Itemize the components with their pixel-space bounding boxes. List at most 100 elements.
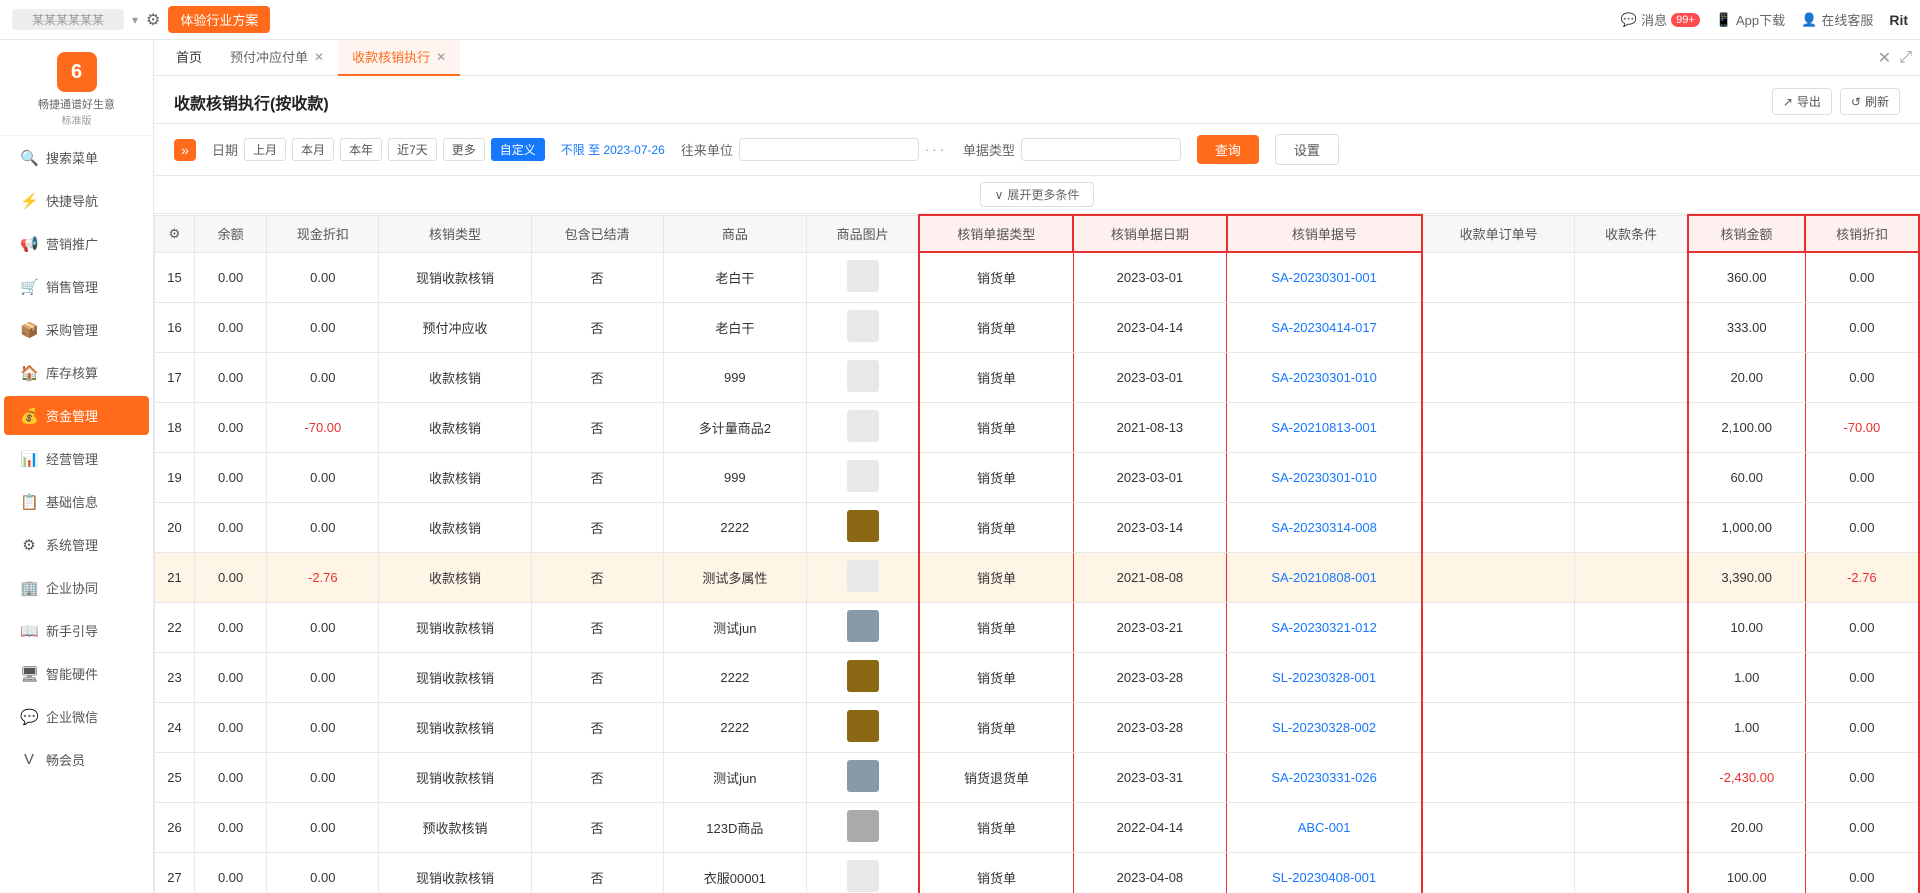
td-verify-discount: 0.00 [1805, 502, 1919, 552]
td-verify-bill-type: 销货单 [919, 352, 1073, 402]
td-verify-amount: 100.00 [1688, 852, 1805, 893]
nav-item-hardware[interactable]: 🖥 智能硬件 [4, 654, 149, 693]
tab-expand-btn[interactable]: ⤢ [1899, 49, 1912, 67]
export-icon: ↗ [1783, 95, 1793, 109]
td-verify-bill-no[interactable]: SA-20230414-017 [1227, 302, 1422, 352]
sales-icon: 🛒 [20, 278, 38, 296]
th-settings[interactable]: ⚙ [155, 215, 195, 252]
operations-icon: 📊 [20, 450, 38, 468]
nav-item-basic[interactable]: 📋 基础信息 [4, 482, 149, 521]
table-settings-icon[interactable]: ⚙ [169, 226, 181, 241]
tab-receipt[interactable]: 收款核销执行 ✕ [338, 40, 460, 76]
td-include-settled: 否 [531, 652, 663, 702]
td-verify-bill-no[interactable]: SA-20230301-010 [1227, 452, 1422, 502]
refresh-btn[interactable]: ↺ 刷新 [1840, 88, 1900, 115]
filter-setting-btn[interactable]: 设置 [1275, 134, 1339, 165]
filter-this-month-btn[interactable]: 本月 [292, 138, 334, 161]
td-receipt-order-no [1422, 602, 1575, 652]
nav-label-quick-nav: 快捷导航 [46, 191, 98, 210]
td-verify-discount: 0.00 [1805, 652, 1919, 702]
td-verify-bill-no[interactable]: SA-20230314-008 [1227, 502, 1422, 552]
td-verify-bill-no[interactable]: SA-20230331-026 [1227, 752, 1422, 802]
td-verify-bill-no[interactable]: SA-20210808-001 [1227, 552, 1422, 602]
tab-receipt-close[interactable]: ✕ [436, 50, 446, 64]
td-balance: 0.00 [195, 252, 267, 302]
nav-item-operations[interactable]: 📊 经营管理 [4, 439, 149, 478]
nav-item-purchase[interactable]: 📦 采购管理 [4, 310, 149, 349]
filter-partner-group: 往来单位 ··· [681, 138, 947, 161]
tab-home[interactable]: 首页 [162, 40, 216, 76]
nav-item-marketing[interactable]: 📢 营销推广 [4, 224, 149, 263]
nav-item-wechat[interactable]: 💬 企业微信 [4, 697, 149, 736]
filter-last7-btn[interactable]: 近7天 [388, 138, 437, 161]
td-product: 2222 [663, 652, 806, 702]
company-name: 某某某某某某 [12, 9, 124, 30]
tab-prepay[interactable]: 预付冲应付单 ✕ [216, 40, 338, 76]
refresh-icon: ↺ [1851, 95, 1861, 109]
tab-close-all-btn[interactable]: ✕ [1878, 48, 1891, 68]
td-verify-bill-no[interactable]: SL-20230328-001 [1227, 652, 1422, 702]
td-product: 2222 [663, 702, 806, 752]
app-item[interactable]: 📱 App下载 [1716, 10, 1785, 29]
td-verify-bill-no[interactable]: SA-20230301-010 [1227, 352, 1422, 402]
export-btn[interactable]: ↗ 导出 [1772, 88, 1832, 115]
nav-item-inventory[interactable]: 🏠 库存核算 [4, 353, 149, 392]
nav-item-sales[interactable]: 🛒 销售管理 [4, 267, 149, 306]
td-receipt-order-no [1422, 852, 1575, 893]
main-layout: 6 畅捷通谱好生意 标准版 🔍 搜索菜单 ⚡ 快捷导航 📢 营销推广 🛒 销售管… [0, 40, 1920, 893]
td-product: 测试多属性 [663, 552, 806, 602]
table-body: 15 0.00 0.00 现销收款核销 否 老白干 销货单 2023-03-01… [155, 252, 1920, 893]
tab-home-label: 首页 [176, 47, 202, 66]
td-cash-discount: 0.00 [267, 702, 379, 752]
td-no: 17 [155, 352, 195, 402]
industry-btn[interactable]: 体验行业方案 [168, 6, 270, 33]
td-verify-bill-no[interactable]: SA-20210813-001 [1227, 402, 1422, 452]
td-verify-type: 现销收款核销 [379, 702, 531, 752]
th-verify-type: 核销类型 [379, 215, 531, 252]
filter-partner-input[interactable] [739, 138, 919, 161]
td-balance: 0.00 [195, 502, 267, 552]
nav-item-enterprise[interactable]: 🏢 企业协同 [4, 568, 149, 607]
td-verify-bill-no[interactable]: SL-20230408-001 [1227, 852, 1422, 893]
table-row: 26 0.00 0.00 预收款核销 否 123D商品 销货单 2022-04-… [155, 802, 1920, 852]
td-verify-bill-date: 2023-03-28 [1073, 652, 1227, 702]
td-product-image [806, 802, 919, 852]
td-cash-discount: 0.00 [267, 852, 379, 893]
app-label: App下载 [1736, 10, 1785, 29]
nav-label-basic: 基础信息 [46, 492, 98, 511]
td-verify-bill-no[interactable]: SL-20230328-002 [1227, 702, 1422, 752]
query-btn[interactable]: 查询 [1197, 135, 1259, 164]
td-receipt-condition [1575, 752, 1688, 802]
td-balance: 0.00 [195, 802, 267, 852]
nav-item-guide[interactable]: 📖 新手引导 [4, 611, 149, 650]
service-item[interactable]: 👤 在线客服 [1801, 10, 1873, 29]
filter-custom-btn[interactable]: 自定义 [491, 138, 545, 161]
filter-receipt-type-select[interactable] [1021, 138, 1181, 161]
td-verify-bill-no[interactable]: ABC-001 [1227, 802, 1422, 852]
product-image [847, 410, 879, 442]
filter-more-btn[interactable]: 更多 [443, 138, 485, 161]
td-balance: 0.00 [195, 352, 267, 402]
tab-prepay-close[interactable]: ✕ [314, 50, 324, 64]
nav-label-purchase: 采购管理 [46, 320, 98, 339]
dropdown-icon[interactable]: ▾ [132, 13, 138, 27]
td-no: 24 [155, 702, 195, 752]
filter-this-year-btn[interactable]: 本年 [340, 138, 382, 161]
filter-last-month-btn[interactable]: 上月 [244, 138, 286, 161]
nav-item-quick-nav[interactable]: ⚡ 快捷导航 [4, 181, 149, 220]
td-receipt-order-no [1422, 402, 1575, 452]
nav-item-finance[interactable]: 💰 资金管理 [4, 396, 149, 435]
td-verify-bill-date: 2023-03-28 [1073, 702, 1227, 752]
td-verify-bill-no[interactable]: SA-20230321-012 [1227, 602, 1422, 652]
th-verify-bill-date: 核销单据日期 [1073, 215, 1227, 252]
td-verify-bill-no[interactable]: SA-20230301-001 [1227, 252, 1422, 302]
nav-item-member[interactable]: V 畅会员 [4, 740, 149, 779]
nav-item-search[interactable]: 🔍 搜索菜单 [4, 138, 149, 177]
nav-item-system[interactable]: ⚙ 系统管理 [4, 525, 149, 564]
page-header: 收款核销执行(按收款) ↗ 导出 ↺ 刷新 [154, 76, 1920, 124]
expand-more-btn[interactable]: ∨ 展开更多条件 [980, 182, 1095, 207]
msg-item[interactable]: 💬 消息 99+ [1621, 10, 1700, 29]
settings-icon[interactable]: ⚙ [146, 10, 160, 30]
filter-expand-btn[interactable]: » [174, 139, 196, 161]
table-row: 17 0.00 0.00 收款核销 否 999 销货单 2023-03-01 S… [155, 352, 1920, 402]
